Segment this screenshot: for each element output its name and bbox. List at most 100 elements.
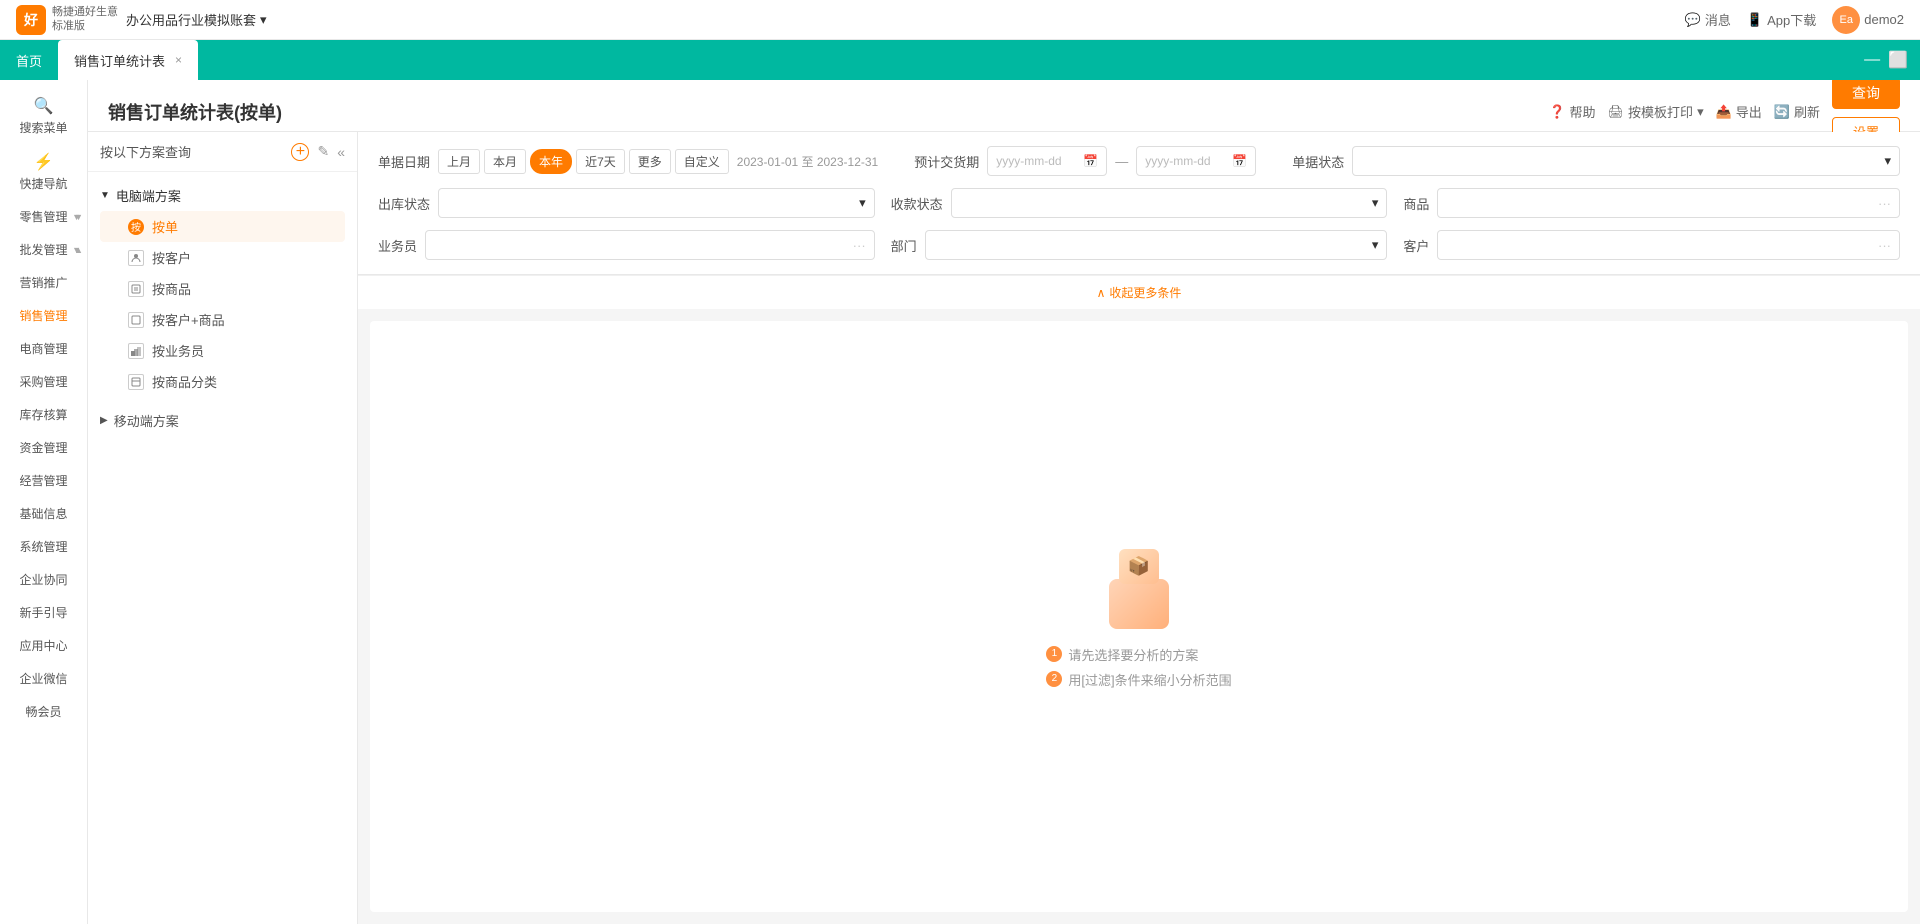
- date-btn-more[interactable]: 更多: [629, 149, 671, 174]
- payment-status-label: 收款状态: [891, 194, 943, 213]
- logo-icon: 好: [16, 5, 46, 35]
- right-panel: 单据日期 上月 本月 本年 近7天 更多 自定义 2023-01-01 至 20…: [358, 132, 1920, 924]
- app-download-button[interactable]: 📱 App下载: [1747, 10, 1816, 29]
- tab-bar: 首页 销售订单统计表 × — ⬜: [0, 40, 1920, 80]
- scheme-item-by-customer[interactable]: 按客户: [100, 242, 345, 273]
- date-separator: —: [1115, 154, 1128, 169]
- filter-area: 单据日期 上月 本月 本年 近7天 更多 自定义 2023-01-01 至 20…: [358, 132, 1920, 275]
- collapse-bar[interactable]: ∧ 收起更多条件: [358, 275, 1920, 309]
- filter-payment-status: 收款状态 ▾: [891, 188, 1388, 218]
- sidebar-item-enterprise[interactable]: 企业协同: [0, 563, 87, 596]
- logo-area: 好 畅捷通好生意 标准版: [16, 5, 118, 35]
- single-status-select[interactable]: ▾: [1352, 146, 1900, 176]
- filter-single-date: 单据日期 上月 本月 本年 近7天 更多 自定义 2023-01-01 至 20…: [378, 149, 878, 174]
- date-btn-this-month[interactable]: 本月: [484, 149, 526, 174]
- salesperson-input[interactable]: ···: [425, 230, 875, 260]
- sidebar-item-wholesale[interactable]: 批发管理 ▲: [0, 233, 87, 266]
- filter-goods: 商品 ···: [1403, 188, 1900, 218]
- help-button[interactable]: ❓ 帮助: [1549, 102, 1595, 121]
- page-header: 销售订单统计表(按单) ❓ 帮助 🖨 按模板打印 ▾ 📤 导出 🔄 刷新: [88, 80, 1920, 132]
- sidebar-item-retail[interactable]: 零售管理 ▼: [0, 200, 87, 233]
- salesperson-label: 业务员: [378, 236, 417, 255]
- sidebar-item-search[interactable]: 🔍 搜索菜单: [0, 88, 87, 144]
- avatar: Ea: [1832, 6, 1860, 34]
- customer-label: 客户: [1403, 236, 1429, 255]
- tab-sales-order[interactable]: 销售订单统计表 ×: [58, 40, 198, 80]
- export-button[interactable]: 📤 导出: [1716, 102, 1762, 121]
- expected-date-end[interactable]: yyyy-mm-dd 📅: [1136, 146, 1256, 176]
- sidebar-item-operation[interactable]: 经营管理: [0, 464, 87, 497]
- scheme-item-by-goods[interactable]: 按商品: [100, 273, 345, 304]
- scheme-group-pc-label[interactable]: ▼ 电脑端方案: [100, 180, 345, 211]
- breadcrumb-dropdown[interactable]: 办公用品行业模拟账套 ▾: [126, 10, 267, 29]
- sidebar-item-inventory[interactable]: 库存核算: [0, 398, 87, 431]
- sidebar-item-vip[interactable]: 畅会员: [0, 695, 87, 728]
- tab-close-icon[interactable]: ×: [175, 53, 182, 67]
- expected-date-start[interactable]: yyyy-mm-dd 📅: [987, 146, 1107, 176]
- out-status-dropdown-icon: ▾: [859, 195, 866, 211]
- tab-home[interactable]: 首页: [0, 40, 58, 80]
- payment-status-select[interactable]: ▾: [951, 188, 1388, 218]
- message-button[interactable]: 💬 消息: [1685, 10, 1731, 29]
- department-label: 部门: [891, 236, 917, 255]
- sidebar-item-system[interactable]: 系统管理: [0, 530, 87, 563]
- left-panel-icons: + ✎ «: [291, 143, 345, 161]
- query-button[interactable]: 查询: [1832, 80, 1900, 109]
- filter-expected-date: 预计交货期 yyyy-mm-dd 📅 — yyyy-mm-dd 📅: [914, 146, 1256, 176]
- top-bar-right: 💬 消息 📱 App下载 Ea demo2: [1685, 6, 1904, 34]
- sidebar-item-sales[interactable]: 销售管理: [0, 299, 87, 332]
- department-dropdown-icon: ▾: [1372, 237, 1379, 253]
- tip-num-1: 1: [1046, 646, 1062, 662]
- salesperson-more-icon: ···: [853, 238, 866, 253]
- sidebar-nav: 🔍 搜索菜单 ⚡ 快捷导航 零售管理 ▼ 批发管理 ▲ 营销推广 销售管理 电商…: [0, 80, 88, 924]
- out-status-select[interactable]: ▾: [438, 188, 875, 218]
- sidebar-item-ecommerce[interactable]: 电商管理: [0, 332, 87, 365]
- collapse-scheme-icon[interactable]: «: [337, 144, 345, 160]
- tab-bar-actions: — ⬜: [1864, 50, 1920, 70]
- logo-text: 畅捷通好生意 标准版: [52, 6, 118, 32]
- sidebar-item-basic[interactable]: 基础信息: [0, 497, 87, 530]
- goods-input[interactable]: ···: [1437, 188, 1900, 218]
- add-scheme-icon[interactable]: +: [291, 143, 309, 161]
- help-icon: ❓: [1549, 104, 1565, 120]
- search-icon: 🔍: [34, 96, 54, 116]
- sidebar-item-marketing[interactable]: 营销推广: [0, 266, 87, 299]
- scheme-item-by-customer-goods[interactable]: 按客户+商品: [100, 304, 345, 335]
- user-info[interactable]: Ea demo2: [1832, 6, 1904, 34]
- two-column-layout: 按以下方案查询 + ✎ « ▼ 电脑端方案 按 按单: [88, 132, 1920, 924]
- sidebar-item-newbie[interactable]: 新手引导: [0, 596, 87, 629]
- date-btn-this-year[interactable]: 本年: [530, 149, 572, 174]
- date-btn-last-month[interactable]: 上月: [438, 149, 480, 174]
- filter-single-status: 单据状态 ▾: [1292, 146, 1900, 176]
- scheme-item-by-order[interactable]: 按 按单: [100, 211, 345, 242]
- scheme-active-icon: 按: [128, 219, 144, 235]
- minimize-icon[interactable]: —: [1864, 51, 1880, 69]
- maximize-icon[interactable]: ⬜: [1888, 50, 1908, 70]
- goods-label: 商品: [1403, 194, 1429, 213]
- sidebar-item-purchase[interactable]: 采购管理: [0, 365, 87, 398]
- sidebar-item-wechat[interactable]: 企业微信: [0, 662, 87, 695]
- illus-body: [1109, 579, 1169, 629]
- scheme-item-by-goods-category[interactable]: 按商品分类: [100, 366, 345, 397]
- chevron-right-icon2: ▲: [74, 245, 83, 255]
- sidebar-item-capital[interactable]: 资金管理: [0, 431, 87, 464]
- scheme-group-mobile[interactable]: ▶ 移动端方案: [88, 405, 357, 436]
- calendar-icon-start: 📅: [1083, 154, 1098, 168]
- refresh-button[interactable]: 🔄 刷新: [1774, 102, 1820, 121]
- page-title: 销售订单统计表(按单): [108, 99, 282, 125]
- date-btn-custom[interactable]: 自定义: [675, 149, 729, 174]
- single-date-label: 单据日期: [378, 152, 430, 171]
- department-select[interactable]: ▾: [925, 230, 1388, 260]
- scheme-group-pc: ▼ 电脑端方案 按 按单 按客户: [88, 172, 357, 405]
- customer-input[interactable]: ···: [1437, 230, 1900, 260]
- edit-scheme-icon[interactable]: ✎: [317, 143, 329, 160]
- sidebar-item-app-center[interactable]: 应用中心: [0, 629, 87, 662]
- left-panel-header: 按以下方案查询 + ✎ «: [88, 132, 357, 172]
- empty-tips: 1 请先选择要分析的方案 2 用[过滤]条件来缩小分析范围: [1046, 645, 1231, 695]
- scheme-item-by-salesperson[interactable]: 按业务员: [100, 335, 345, 366]
- scheme-goods-category-icon: [128, 374, 144, 390]
- template-print-button[interactable]: 🖨 按模板打印 ▾: [1608, 102, 1704, 121]
- date-btn-last-7-days[interactable]: 近7天: [576, 149, 625, 174]
- sidebar-item-quick-nav[interactable]: ⚡ 快捷导航: [0, 144, 87, 200]
- scheme-salesperson-icon: [128, 343, 144, 359]
